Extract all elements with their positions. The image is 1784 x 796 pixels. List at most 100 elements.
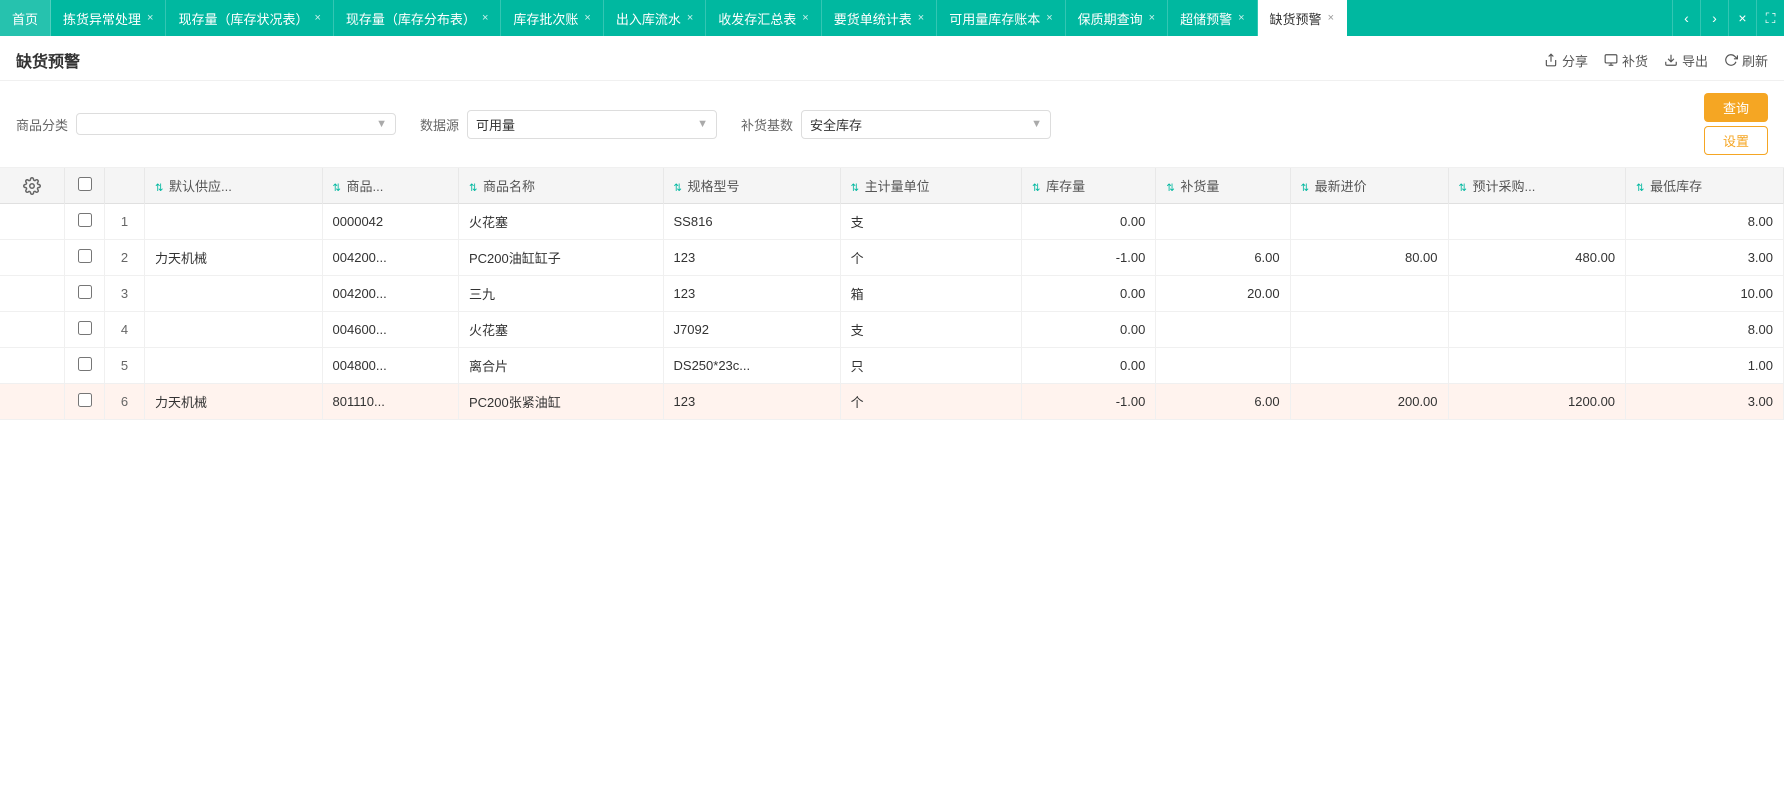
- row-supplier: [145, 276, 323, 312]
- row-settings-cell: [0, 240, 65, 276]
- row-supplier: [145, 348, 323, 384]
- col-header-min-stock[interactable]: ⇅ 最低库存: [1626, 168, 1784, 204]
- row-product-name: 离合片: [458, 348, 663, 384]
- tab-receive-summary[interactable]: 收发存汇总表 ×: [706, 0, 821, 36]
- col-header-product-name[interactable]: ⇅ 商品名称: [458, 168, 663, 204]
- col-header-unit[interactable]: ⇅ 主计量单位: [840, 168, 1021, 204]
- column-settings-icon[interactable]: [23, 177, 41, 195]
- row-settings-cell: [0, 348, 65, 384]
- tab-inout-flow[interactable]: 出入库流水 ×: [604, 0, 706, 36]
- tab-exception[interactable]: 拣货异常处理 ×: [51, 0, 166, 36]
- export-button[interactable]: 导出: [1664, 51, 1708, 70]
- row-checkbox-1[interactable]: [78, 213, 92, 227]
- row-product-name: 三九: [458, 276, 663, 312]
- tab-close-order-stats[interactable]: ×: [918, 12, 924, 24]
- tab-expiry[interactable]: 保质期查询 ×: [1066, 0, 1168, 36]
- row-checkbox-3[interactable]: [78, 285, 92, 299]
- col-header-supplier[interactable]: ⇅ 默认供应...: [145, 168, 323, 204]
- row-product-code: 004600...: [322, 312, 458, 348]
- tab-inventory-status[interactable]: 现存量（库存状况表） ×: [166, 0, 333, 36]
- share-button[interactable]: 分享: [1544, 51, 1588, 70]
- category-select[interactable]: ▼: [76, 113, 396, 135]
- row-spec: 123: [663, 384, 840, 420]
- datasource-filter-group: 数据源 可用量 ▼: [420, 110, 717, 139]
- row-est-purchase: 1200.00: [1448, 384, 1626, 420]
- table-row: 4 004600... 火花塞 J7092 支 0.00 8.00: [0, 312, 1784, 348]
- tab-close-shortage[interactable]: ×: [1328, 12, 1334, 24]
- row-spec: SS816: [663, 204, 840, 240]
- tab-available-ledger[interactable]: 可用量库存账本 ×: [937, 0, 1065, 36]
- tab-scroll-right[interactable]: ›: [1700, 0, 1728, 36]
- row-latest-price: 80.00: [1290, 240, 1448, 276]
- datasource-label: 数据源: [420, 115, 459, 134]
- tab-close-inout-flow[interactable]: ×: [687, 12, 693, 24]
- row-checkbox-5[interactable]: [78, 357, 92, 371]
- col-header-replenish[interactable]: ⇅ 补货量: [1156, 168, 1290, 204]
- table-body: 1 0000042 火花塞 SS816 支 0.00 8.00 2 力天机械 0…: [0, 204, 1784, 420]
- row-unit: 支: [840, 204, 1021, 240]
- settings-button[interactable]: 设置: [1704, 126, 1768, 155]
- row-checkbox-cell[interactable]: [65, 240, 105, 276]
- row-spec: J7092: [663, 312, 840, 348]
- row-spec: 123: [663, 276, 840, 312]
- row-stock: -1.00: [1022, 240, 1156, 276]
- row-checkbox-cell[interactable]: [65, 276, 105, 312]
- tab-home[interactable]: 首页: [0, 0, 51, 36]
- replenish-base-select[interactable]: 安全库存 ▼: [801, 110, 1051, 139]
- col-header-product-code[interactable]: ⇅ 商品...: [322, 168, 458, 204]
- row-checkbox-6[interactable]: [78, 393, 92, 407]
- datasource-select[interactable]: 可用量 ▼: [467, 110, 717, 139]
- replenish-base-label: 补货基数: [741, 115, 793, 134]
- tab-scroll-left[interactable]: ‹: [1672, 0, 1700, 36]
- row-checkbox-cell[interactable]: [65, 348, 105, 384]
- row-checkbox-4[interactable]: [78, 321, 92, 335]
- row-replenish: [1156, 204, 1290, 240]
- query-button[interactable]: 查询: [1704, 93, 1768, 122]
- row-product-name: PC200油缸缸子: [458, 240, 663, 276]
- tab-close-expiry[interactable]: ×: [1149, 12, 1155, 24]
- tab-order-stats[interactable]: 要货单统计表 ×: [822, 0, 937, 36]
- row-num: 5: [105, 348, 145, 384]
- tab-inventory-dist[interactable]: 现存量（库存分布表） ×: [334, 0, 501, 36]
- replenish-button[interactable]: 补货: [1604, 51, 1648, 70]
- tab-shortage[interactable]: 缺货预警 ×: [1258, 0, 1347, 36]
- row-stock: 0.00: [1022, 276, 1156, 312]
- col-header-num: [105, 168, 145, 204]
- table-row: 1 0000042 火花塞 SS816 支 0.00 8.00: [0, 204, 1784, 240]
- tab-close-receive-summary[interactable]: ×: [802, 12, 808, 24]
- col-header-spec[interactable]: ⇅ 规格型号: [663, 168, 840, 204]
- row-checkbox-cell[interactable]: [65, 204, 105, 240]
- refresh-button[interactable]: 刷新: [1724, 51, 1768, 70]
- row-num: 3: [105, 276, 145, 312]
- row-num: 2: [105, 240, 145, 276]
- row-checkbox-cell[interactable]: [65, 384, 105, 420]
- tab-close-overstock[interactable]: ×: [1238, 12, 1244, 24]
- row-product-code: 004200...: [322, 240, 458, 276]
- tab-overstock[interactable]: 超储预警 ×: [1168, 0, 1257, 36]
- tab-close-inventory-dist[interactable]: ×: [482, 12, 488, 24]
- tab-close-inventory-status[interactable]: ×: [314, 12, 320, 24]
- filter-area: 商品分类 ▼ 数据源 可用量 ▼ 补货基数 安全库存 ▼ 查询 设置: [0, 81, 1784, 168]
- tab-close-exception[interactable]: ×: [147, 12, 153, 24]
- row-checkbox-cell[interactable]: [65, 312, 105, 348]
- row-est-purchase: [1448, 276, 1626, 312]
- tab-close-all[interactable]: ×: [1728, 0, 1756, 36]
- tab-close-available-ledger[interactable]: ×: [1046, 12, 1052, 24]
- replenish-icon: [1604, 53, 1618, 67]
- tab-fullscreen[interactable]: ⛶: [1756, 0, 1784, 36]
- select-all-checkbox[interactable]: [78, 177, 92, 191]
- table-row: 3 004200... 三九 123 箱 0.00 20.00 10.00: [0, 276, 1784, 312]
- col-header-latest-price[interactable]: ⇅ 最新进价: [1290, 168, 1448, 204]
- tab-batch-account[interactable]: 库存批次账 ×: [501, 0, 603, 36]
- col-header-checkbox[interactable]: [65, 168, 105, 204]
- row-num: 6: [105, 384, 145, 420]
- col-header-est-purchase[interactable]: ⇅ 预计采购...: [1448, 168, 1626, 204]
- col-header-stock[interactable]: ⇅ 库存量: [1022, 168, 1156, 204]
- row-settings-cell: [0, 384, 65, 420]
- page-title: 缺货预警: [16, 48, 80, 72]
- tab-close-batch-account[interactable]: ×: [584, 12, 590, 24]
- row-latest-price: [1290, 312, 1448, 348]
- row-unit: 支: [840, 312, 1021, 348]
- row-checkbox-2[interactable]: [78, 249, 92, 263]
- col-settings: [0, 168, 65, 204]
